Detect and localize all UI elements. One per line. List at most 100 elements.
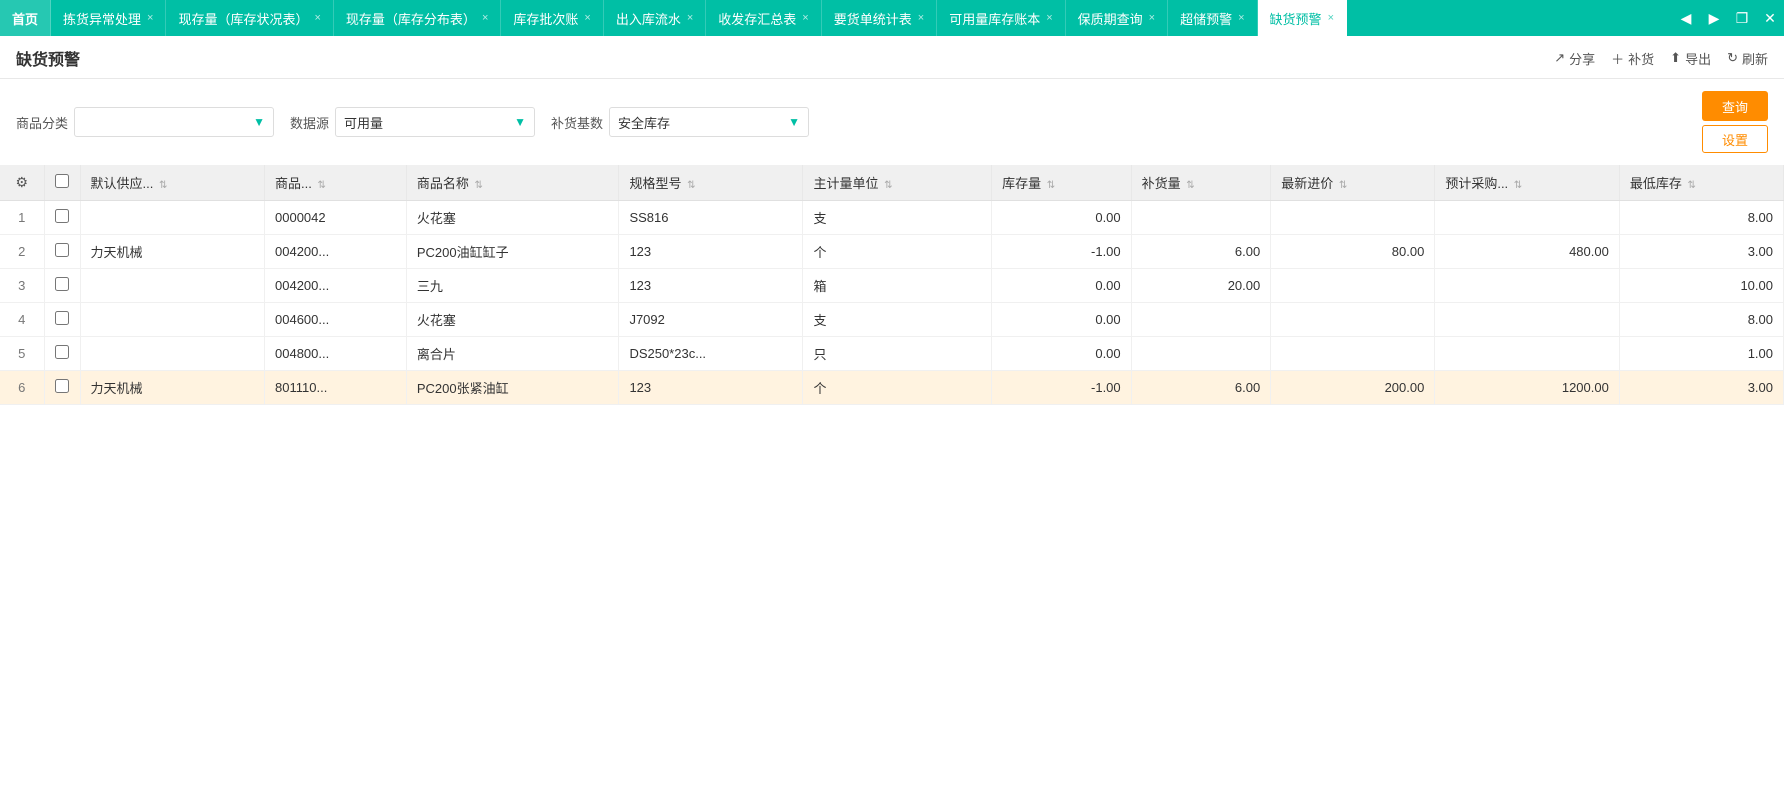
table-container: ⚙ 默认供应... ⇅ 商品... ⇅ 商品名称 ⇅ (0, 165, 1784, 405)
sort-icon-spec: ⇅ (687, 180, 695, 191)
nav-close-button[interactable]: ✕ (1756, 0, 1784, 36)
column-gear[interactable]: ⚙ (0, 165, 44, 201)
row-supplier-2: 力天机械 (80, 235, 265, 269)
close-tab-10-icon[interactable]: × (1238, 12, 1244, 24)
select-all-checkbox[interactable] (55, 174, 69, 188)
nav-tab-10[interactable]: 超储预警 × (1168, 0, 1257, 36)
row-replenish-qty-3: 20.00 (1131, 269, 1271, 303)
close-tab-11-icon[interactable]: × (1328, 12, 1334, 24)
product-category-select[interactable]: ▼ (74, 107, 274, 137)
nav-tab-5[interactable]: 出入库流水 × (604, 0, 706, 36)
row-select-checkbox-2[interactable] (55, 243, 69, 257)
share-icon: ↗ (1554, 50, 1565, 66)
row-stock-3: 0.00 (992, 269, 1132, 303)
row-number-4: 4 (0, 303, 44, 337)
row-unit-1: 支 (803, 201, 992, 235)
nav-tab-4[interactable]: 库存批次账 × (501, 0, 603, 36)
row-supplier-1 (80, 201, 265, 235)
export-action[interactable]: ⬆ 导出 (1670, 49, 1711, 68)
column-unit: 主计量单位 ⇅ (803, 165, 992, 201)
row-estimated-purchase-1 (1435, 201, 1620, 235)
row-number-3: 3 (0, 269, 44, 303)
sort-icon-min-stock: ⇅ (1687, 180, 1695, 191)
table-body: 1 0000042 火花塞 SS816 支 0.00 8.00 2 力天机械 0… (0, 201, 1784, 405)
data-source-select[interactable]: 可用量 ▼ (335, 107, 535, 137)
nav-next-button[interactable]: ▶ (1700, 0, 1728, 36)
row-select-checkbox-5[interactable] (55, 345, 69, 359)
nav-tab-home[interactable]: 首页 (0, 0, 51, 36)
nav-tab-2[interactable]: 现存量（库存状况表） × (166, 0, 333, 36)
row-select-checkbox-3[interactable] (55, 277, 69, 291)
data-source-arrow-icon: ▼ (514, 115, 526, 129)
row-latest-price-5 (1271, 337, 1435, 371)
sort-icon-code: ⇅ (317, 180, 325, 191)
row-spec-2: 123 (619, 235, 803, 269)
sort-icon-unit: ⇅ (884, 180, 892, 191)
row-estimated-purchase-5 (1435, 337, 1620, 371)
table-row: 4 004600... 火花塞 J7092 支 0.00 8.00 (0, 303, 1784, 337)
nav-prev-button[interactable]: ◀ (1672, 0, 1700, 36)
replenish-basis-select[interactable]: 安全库存 ▼ (609, 107, 809, 137)
row-supplier-6: 力天机械 (80, 371, 265, 405)
page-content: 缺货预警 ↗ 分享 ＋ 补货 ⬆ 导出 ↻ 刷新 商品分类 (0, 36, 1784, 796)
row-supplier-3 (80, 269, 265, 303)
close-tab-1-icon[interactable]: × (147, 12, 153, 24)
close-tab-6-icon[interactable]: × (802, 12, 808, 24)
row-unit-3: 箱 (803, 269, 992, 303)
replenish-basis-arrow-icon: ▼ (788, 115, 800, 129)
row-product-name-6: PC200张紧油缸 (406, 371, 619, 405)
row-select-checkbox-1[interactable] (55, 209, 69, 223)
query-button[interactable]: 查询 (1702, 91, 1768, 121)
row-spec-1: SS816 (619, 201, 803, 235)
row-latest-price-1 (1271, 201, 1435, 235)
row-spec-4: J7092 (619, 303, 803, 337)
table-header-row: ⚙ 默认供应... ⇅ 商品... ⇅ 商品名称 ⇅ (0, 165, 1784, 201)
row-select-checkbox-6[interactable] (55, 379, 69, 393)
product-category-filter: 商品分类 ▼ (16, 107, 274, 137)
row-latest-price-4 (1271, 303, 1435, 337)
replenish-icon: ＋ (1611, 49, 1624, 68)
nav-tab-1[interactable]: 拣货异常处理 × (51, 0, 166, 36)
nav-tab-9[interactable]: 保质期查询 × (1066, 0, 1168, 36)
close-tab-5-icon[interactable]: × (687, 12, 693, 24)
nav-tab-11[interactable]: 缺货预警 × (1258, 0, 1347, 36)
nav-tab-3[interactable]: 现存量（库存分布表） × (334, 0, 501, 36)
row-product-code-3: 004200... (265, 269, 407, 303)
close-tab-3-icon[interactable]: × (482, 12, 488, 24)
row-checkbox-2 (44, 235, 80, 269)
column-stock: 库存量 ⇅ (992, 165, 1132, 201)
nav-tab-7[interactable]: 要货单统计表 × (822, 0, 937, 36)
row-supplier-5 (80, 337, 265, 371)
row-min-stock-3: 10.00 (1619, 269, 1783, 303)
export-icon: ⬆ (1670, 50, 1681, 66)
row-product-code-1: 0000042 (265, 201, 407, 235)
settings-button[interactable]: 设置 (1702, 125, 1768, 153)
sort-icon-stock: ⇅ (1047, 180, 1055, 191)
close-tab-7-icon[interactable]: × (918, 12, 924, 24)
close-tab-9-icon[interactable]: × (1149, 12, 1155, 24)
share-action[interactable]: ↗ 分享 (1554, 49, 1595, 68)
replenish-basis-filter: 补货基数 安全库存 ▼ (551, 107, 809, 137)
refresh-action[interactable]: ↻ 刷新 (1727, 49, 1768, 68)
close-tab-4-icon[interactable]: × (584, 12, 590, 24)
column-estimated-purchase: 预计采购... ⇅ (1435, 165, 1620, 201)
row-spec-5: DS250*23c... (619, 337, 803, 371)
row-product-code-2: 004200... (265, 235, 407, 269)
replenish-action[interactable]: ＋ 补货 (1611, 49, 1654, 68)
row-replenish-qty-5 (1131, 337, 1271, 371)
table-row: 5 004800... 离合片 DS250*23c... 只 0.00 1.00 (0, 337, 1784, 371)
row-stock-4: 0.00 (992, 303, 1132, 337)
nav-restore-button[interactable]: ❐ (1728, 0, 1756, 36)
row-stock-5: 0.00 (992, 337, 1132, 371)
row-unit-6: 个 (803, 371, 992, 405)
close-tab-8-icon[interactable]: × (1046, 12, 1052, 24)
row-select-checkbox-4[interactable] (55, 311, 69, 325)
top-nav: 首页 拣货异常处理 × 现存量（库存状况表） × 现存量（库存分布表） × 库存… (0, 0, 1784, 36)
replenish-basis-label: 补货基数 (551, 113, 603, 132)
close-tab-2-icon[interactable]: × (314, 12, 320, 24)
data-source-value: 可用量 (344, 113, 383, 132)
nav-tab-8[interactable]: 可用量库存账本 × (937, 0, 1065, 36)
nav-tab-6[interactable]: 收发存汇总表 × (706, 0, 821, 36)
row-spec-3: 123 (619, 269, 803, 303)
table-row: 2 力天机械 004200... PC200油缸缸子 123 个 -1.00 6… (0, 235, 1784, 269)
